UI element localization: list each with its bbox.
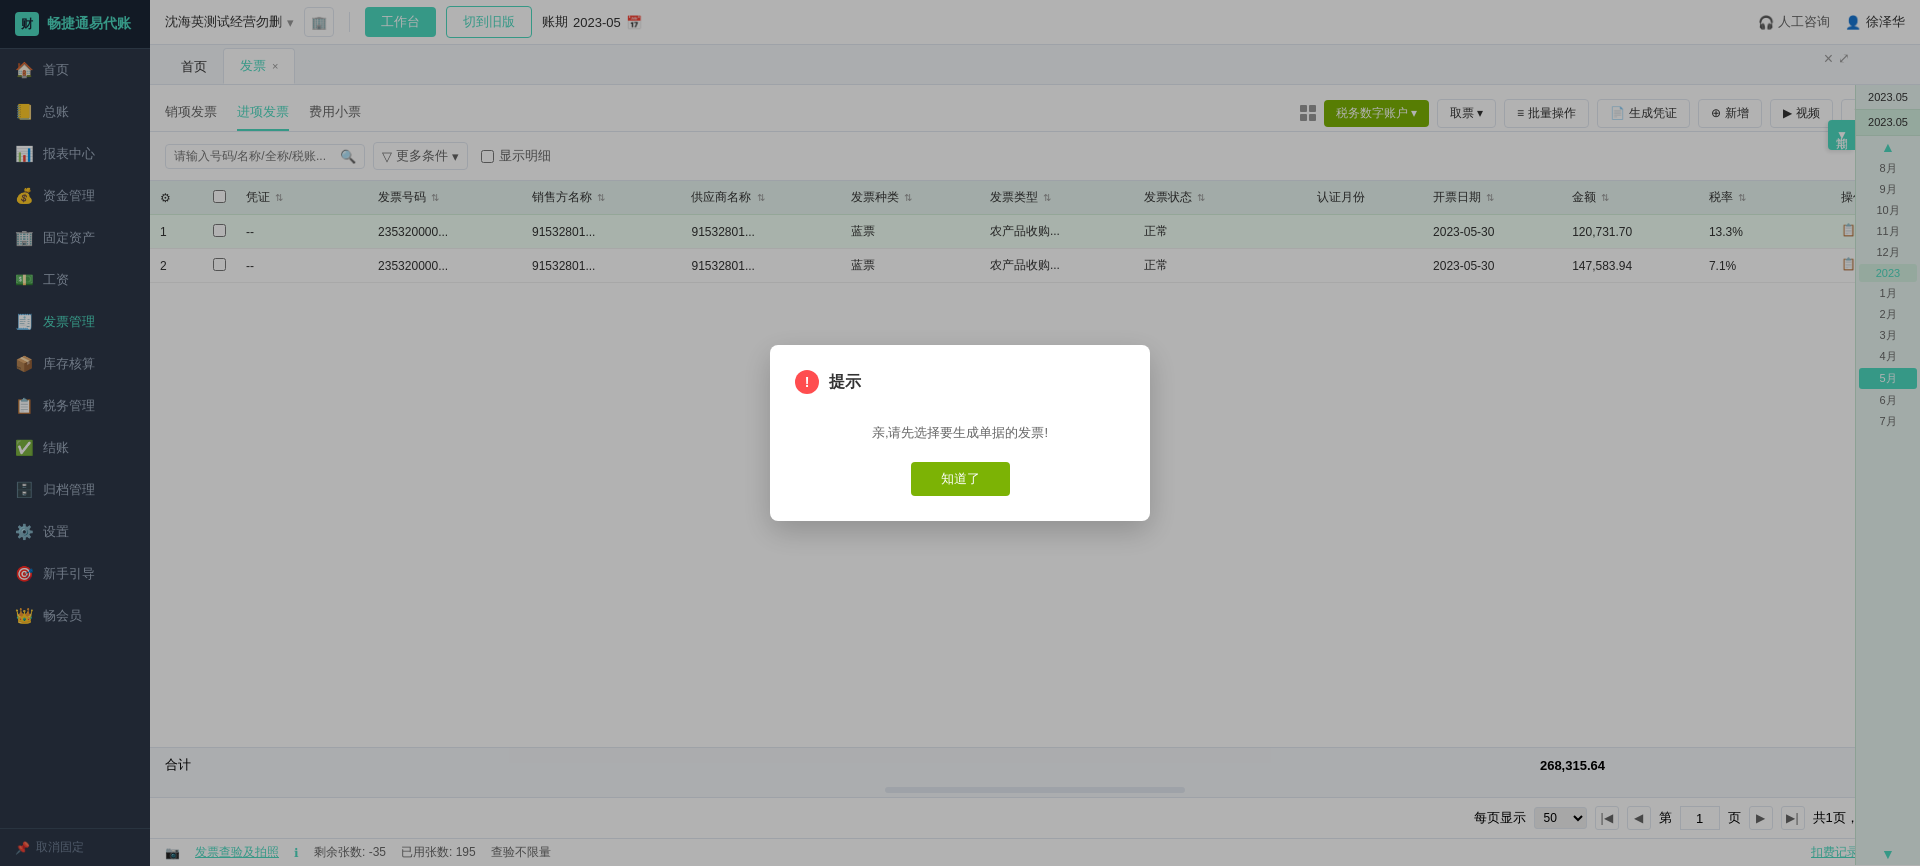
modal-header: ! 提示 <box>795 370 1125 394</box>
modal-message: 亲,请先选择要生成单据的发票! <box>872 425 1048 440</box>
modal-ok-btn[interactable]: 知道了 <box>911 462 1010 496</box>
modal-body: 亲,请先选择要生成单据的发票! <box>795 414 1125 462</box>
modal-overlay[interactable]: ! 提示 亲,请先选择要生成单据的发票! 知道了 <box>0 0 1920 866</box>
modal-warning-icon: ! <box>795 370 819 394</box>
modal-footer: 知道了 <box>795 462 1125 496</box>
modal-title: 提示 <box>829 372 861 393</box>
modal-dialog: ! 提示 亲,请先选择要生成单据的发票! 知道了 <box>770 345 1150 521</box>
